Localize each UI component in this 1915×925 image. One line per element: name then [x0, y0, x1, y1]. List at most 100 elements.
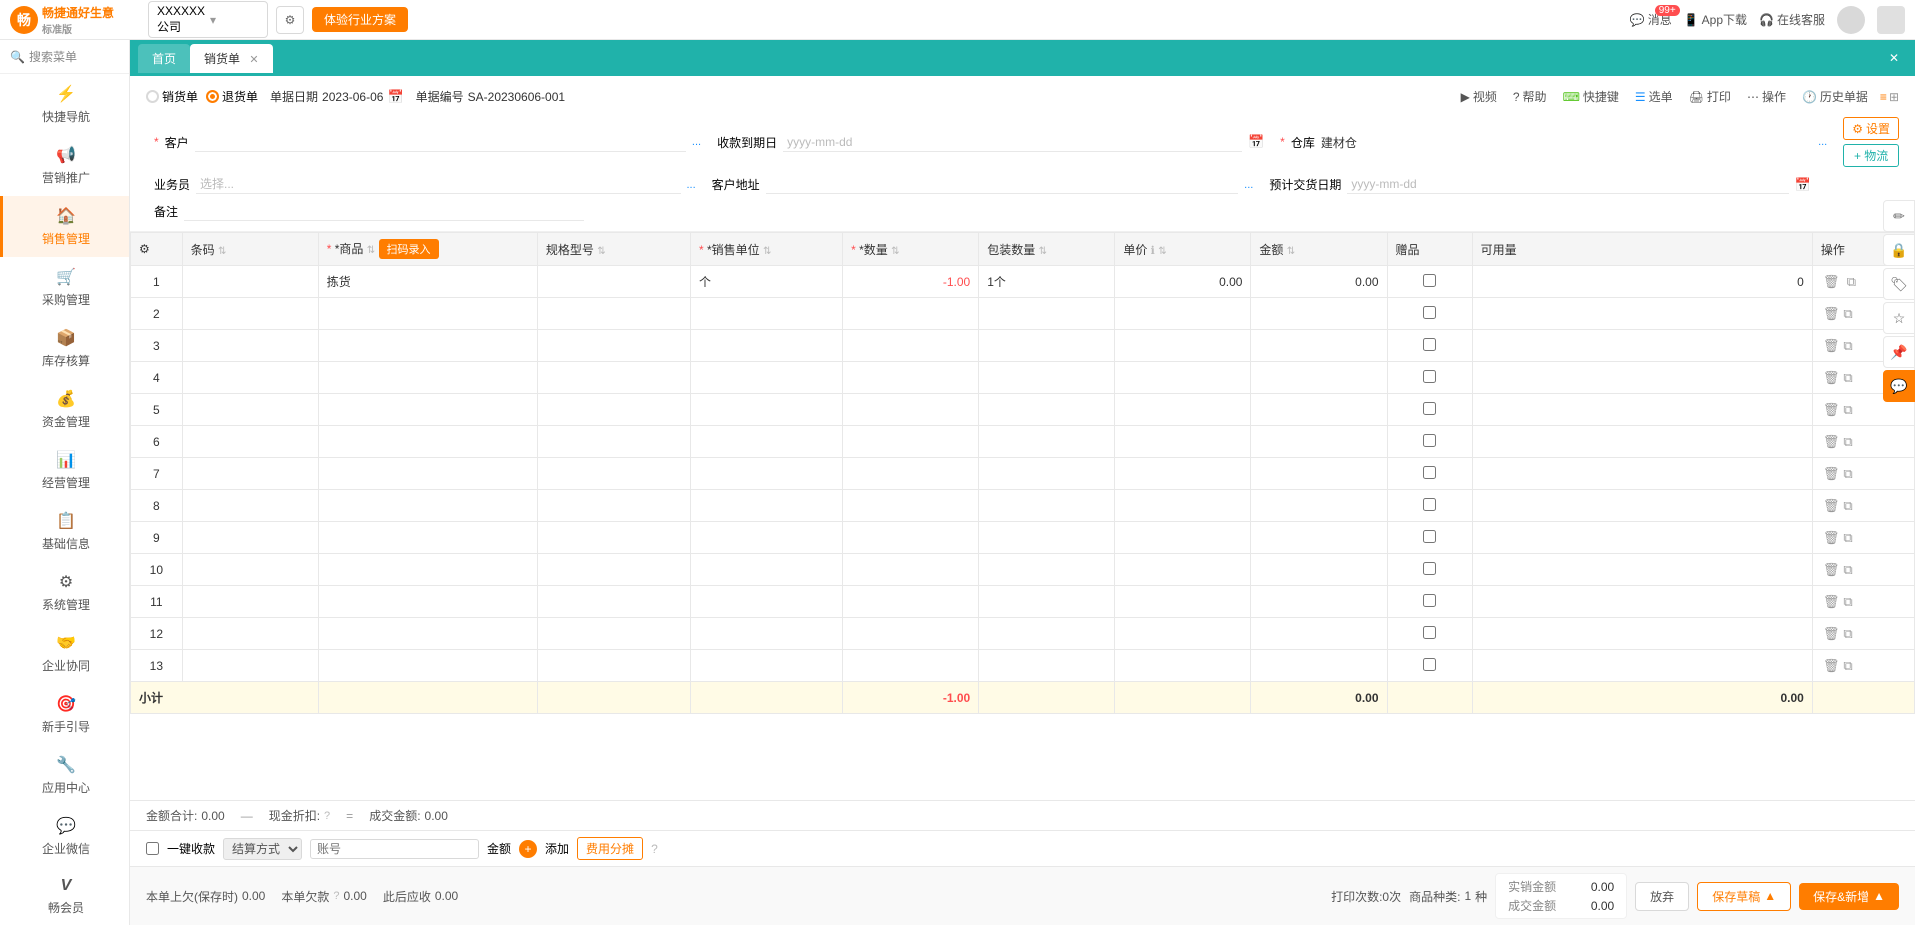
one-click-checkbox[interactable] — [146, 842, 159, 855]
rf-chat-btn[interactable]: 💬 — [1883, 370, 1915, 402]
app-download-btn[interactable]: 📱 App下载 — [1684, 11, 1747, 28]
sidebar-item-enterprise[interactable]: 🤝 企业协同 — [0, 623, 129, 684]
view-toggle: ≡ ⊞ — [1880, 90, 1899, 104]
sidebar-item-member[interactable]: V 畅会员 — [0, 867, 129, 925]
user-avatar[interactable] — [1837, 6, 1865, 34]
price-info-icon[interactable]: ℹ — [1151, 245, 1155, 257]
total-owe-info-icon[interactable]: ? — [333, 890, 339, 902]
shortcut-btn[interactable]: ⌨ 快捷键 — [1559, 86, 1623, 107]
due-date-input[interactable] — [783, 133, 1242, 152]
sort-product-icon[interactable]: ⇅ — [367, 245, 375, 256]
sort-qty-icon[interactable]: ⇅ — [891, 246, 899, 257]
sidebar-item-sales[interactable]: 🏠 销售管理 — [0, 196, 129, 257]
row-1-pkg-qty[interactable]: 1个 — [979, 266, 1115, 298]
expected-date-input[interactable] — [1347, 175, 1788, 194]
message-btn[interactable]: 💬 消息 99+ — [1630, 11, 1672, 28]
tab-home[interactable]: 首页 — [138, 44, 190, 73]
online-service-btn[interactable]: 🎧 在线客服 — [1759, 11, 1825, 28]
radio-sales-order[interactable]: 销货单 — [146, 88, 198, 105]
sort-barcode-icon[interactable]: ⇅ — [218, 246, 226, 257]
sidebar-item-marketing[interactable]: 📢 营销推广 — [0, 135, 129, 196]
sidebar-item-quick-nav[interactable]: ⚡ 快捷导航 — [0, 74, 129, 135]
total-owe-value: 0.00 — [344, 889, 367, 903]
history-btn[interactable]: 🕐 历史单据 — [1798, 86, 1872, 107]
app-edition: 标准版 — [42, 21, 114, 36]
statusbar: 本单上欠(保存时) 0.00 本单欠款 ? 0.00 此后应收 0.00 打印次… — [130, 866, 1915, 925]
sort-unit-icon[interactable]: ⇅ — [763, 246, 771, 257]
rf-edit-btn[interactable]: ✏ — [1883, 200, 1915, 232]
rf-pin-btn[interactable]: 📌 — [1883, 336, 1915, 368]
company-selector[interactable]: XXXXXX公司 ▾ — [148, 1, 268, 38]
rf-lock-btn[interactable]: 🔒 — [1883, 234, 1915, 266]
warehouse-dots-btn[interactable]: ... — [1818, 136, 1827, 148]
operate-btn[interactable]: ⋯ 操作 — [1743, 86, 1790, 107]
discount-info-icon[interactable]: ? — [324, 810, 330, 822]
expense-btn[interactable]: 费用分摊 — [577, 837, 643, 860]
payment-help-icon[interactable]: ? — [651, 842, 658, 856]
sort-spec-icon[interactable]: ⇅ — [597, 246, 605, 257]
th-settings[interactable]: ⚙ — [131, 233, 183, 266]
row-1-price[interactable]: 0.00 — [1115, 266, 1251, 298]
sort-pkg-icon[interactable]: ⇅ — [1039, 246, 1047, 257]
sidebar-item-wechat[interactable]: 💬 企业微信 — [0, 806, 129, 867]
video-btn[interactable]: ▶ 视频 — [1457, 86, 1501, 107]
save-draft-btn[interactable]: 保存草稿 ▲ — [1697, 882, 1791, 911]
help-btn[interactable]: ? 帮助 — [1509, 86, 1551, 107]
row-1-quantity[interactable]: -1.00 — [843, 266, 979, 298]
expected-date-calendar-icon[interactable]: 📅 — [1795, 177, 1811, 193]
salesperson-input[interactable] — [196, 175, 680, 194]
rf-tag-btn[interactable]: 🏷 — [1883, 268, 1915, 300]
tab-sales-order[interactable]: 销货单 ✕ — [190, 44, 273, 73]
user-menu-btn[interactable] — [1877, 6, 1905, 34]
sidebar-item-operation[interactable]: 📊 经营管理 — [0, 440, 129, 501]
remark-input[interactable] — [184, 202, 584, 221]
sidebar-item-inventory[interactable]: 📦 库存核算 — [0, 318, 129, 379]
sidebar-item-system[interactable]: ⚙ 系统管理 — [0, 562, 129, 623]
sort-amount-icon[interactable]: ⇅ — [1287, 246, 1295, 257]
salesperson-dots-btn[interactable]: ... — [687, 179, 696, 191]
due-date-calendar-icon[interactable]: 📅 — [1248, 134, 1264, 150]
row-2-delete-icon[interactable]: 🗑 — [1823, 306, 1840, 321]
row-1-amount[interactable]: 0.00 — [1251, 266, 1387, 298]
payment-method-select[interactable]: 结算方式 — [223, 838, 302, 860]
payment-add-btn[interactable]: + — [519, 840, 537, 858]
customer-dots-btn[interactable]: ... — [692, 136, 701, 148]
sidebar-item-appstore[interactable]: 🔧 应用中心 — [0, 745, 129, 806]
row-1-gift-checkbox[interactable] — [1423, 274, 1436, 287]
customer-addr-input[interactable] — [766, 175, 1238, 194]
tab-close-icon[interactable]: ✕ — [249, 54, 258, 66]
row-1-unit[interactable]: 个 — [690, 266, 842, 298]
print-btn[interactable]: 🖨 打印 — [1685, 86, 1735, 107]
tab-close-btn[interactable]: ✕ — [1881, 51, 1907, 65]
payment-account-input[interactable] — [310, 839, 479, 859]
row-1-copy-icon[interactable]: ⧉ — [1847, 274, 1856, 289]
sidebar-item-basic[interactable]: 📋 基础信息 — [0, 501, 129, 562]
logistics-btn[interactable]: + 物流 — [1843, 144, 1899, 167]
row-1-gift[interactable] — [1387, 266, 1472, 298]
message-icon: 💬 — [1630, 13, 1645, 27]
scan-input-btn[interactable]: 扫码录入 — [379, 239, 439, 259]
select-btn[interactable]: ☰ 选单 — [1631, 86, 1677, 107]
discard-btn[interactable]: 放弃 — [1635, 882, 1689, 911]
sidebar-item-purchase[interactable]: 🛒 采购管理 — [0, 257, 129, 318]
save-new-btn[interactable]: 保存&新增 ▲ — [1799, 883, 1899, 910]
sort-price-icon[interactable]: ⇅ — [1158, 246, 1166, 257]
settings-gear-btn[interactable]: ⚙ — [276, 6, 304, 34]
row-1-delete-icon[interactable]: 🗑 — [1823, 274, 1840, 289]
settings-btn[interactable]: ⚙ 设置 — [1843, 117, 1899, 140]
rf-star-btn[interactable]: ☆ — [1883, 302, 1915, 334]
row-2-copy-icon[interactable]: ⧉ — [1843, 306, 1852, 321]
list-view-btn[interactable]: ≡ — [1880, 90, 1887, 104]
sidebar-search[interactable]: 🔍 搜索菜单 — [0, 40, 129, 74]
customer-addr-dots-btn[interactable]: ... — [1244, 179, 1253, 191]
row-1-spec[interactable] — [537, 266, 690, 298]
row-1-product[interactable]: 拣货 — [318, 266, 537, 298]
sidebar-item-guide[interactable]: 🎯 新手引导 — [0, 684, 129, 745]
sidebar-item-finance[interactable]: 💰 资金管理 — [0, 379, 129, 440]
date-calendar-icon[interactable]: 📅 — [387, 89, 403, 105]
customer-input[interactable] — [195, 133, 686, 152]
row-1-barcode[interactable] — [182, 266, 318, 298]
grid-view-btn[interactable]: ⊞ — [1889, 90, 1899, 104]
radio-return-order[interactable]: 退货单 — [206, 88, 258, 105]
trial-btn[interactable]: 体验行业方案 — [312, 7, 408, 32]
